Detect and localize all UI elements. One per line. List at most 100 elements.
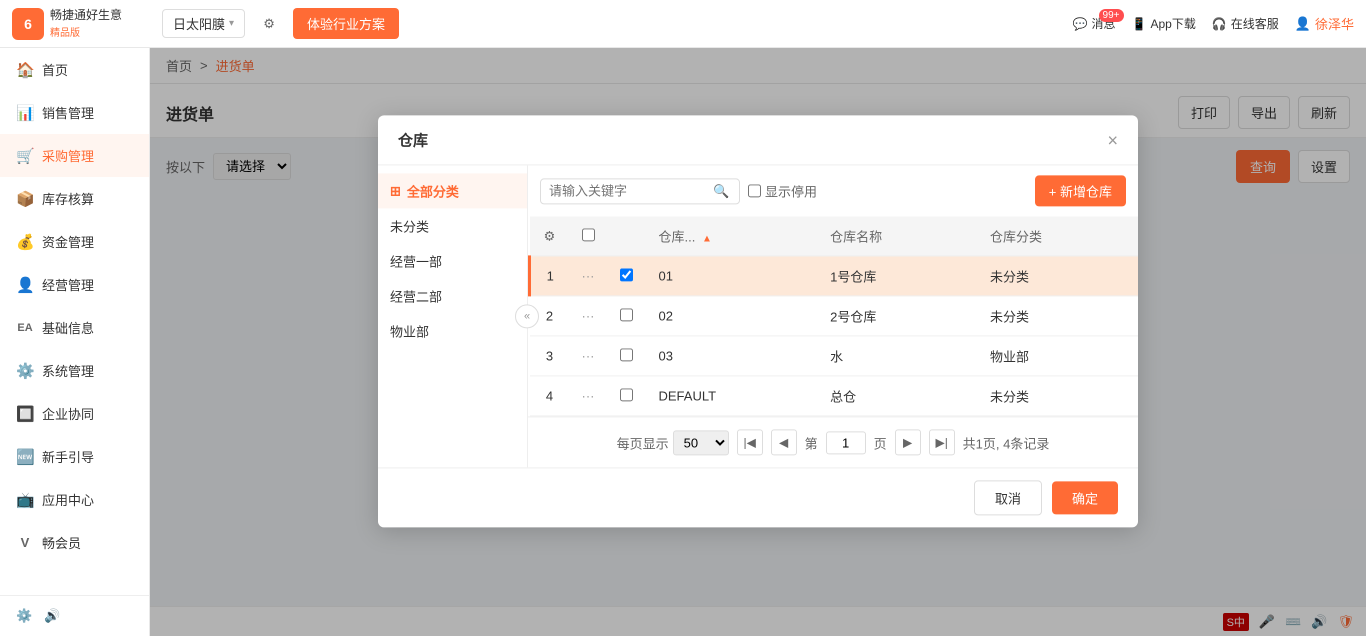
data-table: ⚙ 仓库... ▲ 仓库名称 <box>528 216 1138 416</box>
row-category: 未分类 <box>978 256 1138 296</box>
per-page-wrap: 每页显示 50 100 <box>617 430 729 455</box>
row-checkbox-cell <box>607 376 647 416</box>
row-num: 1 <box>530 256 570 296</box>
sidebar-label-home: 首页 <box>42 60 68 79</box>
search-icon[interactable]: 🔍 <box>713 183 729 199</box>
finance-icon: 💰 <box>16 233 34 251</box>
main-layout: 🏠 首页 📊 销售管理 🛒 采购管理 📦 库存核算 💰 资金管理 👤 经营管理 … <box>0 48 1366 636</box>
logo-sub: 精品版 <box>50 24 122 39</box>
sidebar-item-system[interactable]: ⚙️ 系统管理 <box>0 349 149 392</box>
sidebar-label-finance: 资金管理 <box>42 232 94 251</box>
sidebar-item-vip[interactable]: V 畅会员 <box>0 521 149 564</box>
table-row[interactable]: 3 ··· 03 水 物业部 <box>530 336 1139 376</box>
tree-item-unclassified[interactable]: 未分类 <box>378 208 527 243</box>
sidebar-item-collab[interactable]: 🔲 企业协同 <box>0 392 149 435</box>
sidebar-label-guide: 新手引导 <box>42 447 94 466</box>
tree-label-dept1: 经营一部 <box>390 251 442 270</box>
sidebar-item-basicinfo[interactable]: EA 基础信息 <box>0 306 149 349</box>
more-icon[interactable]: ··· <box>582 348 595 363</box>
sidebar-label-vip: 畅会员 <box>42 533 81 552</box>
online-service-item[interactable]: 🎧 在线客服 <box>1212 15 1279 32</box>
prev-page-button[interactable]: ◀ <box>771 429 797 455</box>
search-input[interactable] <box>549 183 709 198</box>
tree-label-property: 物业部 <box>390 321 429 340</box>
sidebar-label-system: 系统管理 <box>42 361 94 380</box>
close-icon[interactable]: × <box>1107 131 1118 149</box>
user-icon: 👤 <box>1295 16 1311 32</box>
row-checkbox[interactable] <box>620 388 633 401</box>
col-index-header <box>607 216 647 256</box>
header-center: 日太阳膜 ▾ ⚙ 体验行业方案 <box>162 8 1073 40</box>
search-wrap: 🔍 <box>540 178 740 204</box>
store-selector[interactable]: 日太阳膜 ▾ <box>162 9 245 38</box>
row-checkbox[interactable] <box>620 268 633 281</box>
sidebar-item-guide[interactable]: 🆕 新手引导 <box>0 435 149 478</box>
next-page-button[interactable]: ▶ <box>895 429 921 455</box>
tree-collapse-button[interactable]: « <box>515 304 539 328</box>
table-row[interactable]: 2 ··· 02 2号仓库 未分类 <box>530 296 1139 336</box>
row-checkbox-cell <box>607 296 647 336</box>
more-icon[interactable]: ··· <box>582 308 595 323</box>
settings-gear-icon[interactable]: ⚙️ <box>16 608 32 624</box>
per-page-select[interactable]: 50 100 <box>673 430 729 455</box>
grid-icon: ⊞ <box>390 183 401 199</box>
tree-label-unclassified: 未分类 <box>390 216 429 235</box>
sidebar-label-sales: 销售管理 <box>42 103 94 122</box>
row-category: 未分类 <box>978 296 1138 336</box>
purchase-icon: 🛒 <box>16 147 34 165</box>
app-download-label: App下载 <box>1150 15 1195 32</box>
show-disabled-checkbox[interactable] <box>748 184 761 197</box>
sidebar-item-inventory[interactable]: 📦 库存核算 <box>0 177 149 220</box>
row-checkbox[interactable] <box>620 308 633 321</box>
select-all-checkbox[interactable] <box>582 228 595 241</box>
inventory-icon: 📦 <box>16 190 34 208</box>
more-icon[interactable]: ··· <box>582 388 595 403</box>
basicinfo-icon: EA <box>16 322 34 334</box>
add-warehouse-button[interactable]: + 新增仓库 <box>1035 175 1126 206</box>
last-page-button[interactable]: ▶| <box>929 429 955 455</box>
settings-icon[interactable]: ⚙ <box>253 8 285 40</box>
appcenter-icon: 📺 <box>16 491 34 509</box>
tree-item-dept2[interactable]: 经营二部 <box>378 278 527 313</box>
col-code-header: 仓库... ▲ <box>647 216 819 256</box>
tree-root-label: 全部分类 <box>407 181 459 200</box>
sidebar-label-collab: 企业协同 <box>42 404 94 423</box>
system-icon: ⚙️ <box>16 362 34 380</box>
table-row[interactable]: 1 ··· 01 1号仓库 未分类 <box>530 256 1139 296</box>
collab-icon: 🔲 <box>16 405 34 423</box>
sidebar-item-appcenter[interactable]: 📺 应用中心 <box>0 478 149 521</box>
show-disabled-label[interactable]: 显示停用 <box>748 181 817 200</box>
sidebar-item-finance[interactable]: 💰 资金管理 <box>0 220 149 263</box>
trial-button[interactable]: 体验行业方案 <box>293 8 399 39</box>
sidebar: 🏠 首页 📊 销售管理 🛒 采购管理 📦 库存核算 💰 资金管理 👤 经营管理 … <box>0 48 150 636</box>
page-input[interactable] <box>826 431 866 454</box>
cancel-button[interactable]: 取消 <box>974 480 1042 515</box>
user-menu[interactable]: 👤 徐泽华 <box>1295 14 1354 33</box>
confirm-button[interactable]: 确定 <box>1052 481 1118 514</box>
pagination: 每页显示 50 100 |◀ ◀ 第 页 ▶ ▶| 共1 <box>528 416 1138 467</box>
notifications-item[interactable]: 💬 消息 99+ <box>1073 15 1116 32</box>
tree-item-property[interactable]: 物业部 <box>378 313 527 348</box>
app-download-item[interactable]: 📱 App下载 <box>1132 15 1196 32</box>
home-icon: 🏠 <box>16 61 34 79</box>
tree-item-dept1[interactable]: 经营一部 <box>378 243 527 278</box>
row-actions: ··· <box>570 256 607 296</box>
sidebar-item-operations[interactable]: 👤 经营管理 <box>0 263 149 306</box>
sidebar-item-home[interactable]: 🏠 首页 <box>0 48 149 91</box>
sidebar-item-purchase[interactable]: 🛒 采购管理 <box>0 134 149 177</box>
row-checkbox-cell <box>607 336 647 376</box>
sort-icon-code: ▲ <box>702 233 712 244</box>
sidebar-label-inventory: 库存核算 <box>42 189 94 208</box>
tree-item-all[interactable]: ⊞ 全部分类 <box>378 173 527 208</box>
sidebar-label-basicinfo: 基础信息 <box>42 318 94 337</box>
row-checkbox[interactable] <box>620 348 633 361</box>
first-page-button[interactable]: |◀ <box>737 429 763 455</box>
logo-icon: 6 <box>12 8 44 40</box>
col-gear: ⚙ <box>530 216 570 256</box>
table-row[interactable]: 4 ··· DEFAULT 总仓 未分类 <box>530 376 1139 416</box>
row-num: 3 <box>530 336 570 376</box>
speaker-icon[interactable]: 🔊 <box>44 608 60 624</box>
online-service-label: 在线客服 <box>1231 15 1279 32</box>
more-icon[interactable]: ··· <box>582 268 595 283</box>
sidebar-item-sales[interactable]: 📊 销售管理 <box>0 91 149 134</box>
